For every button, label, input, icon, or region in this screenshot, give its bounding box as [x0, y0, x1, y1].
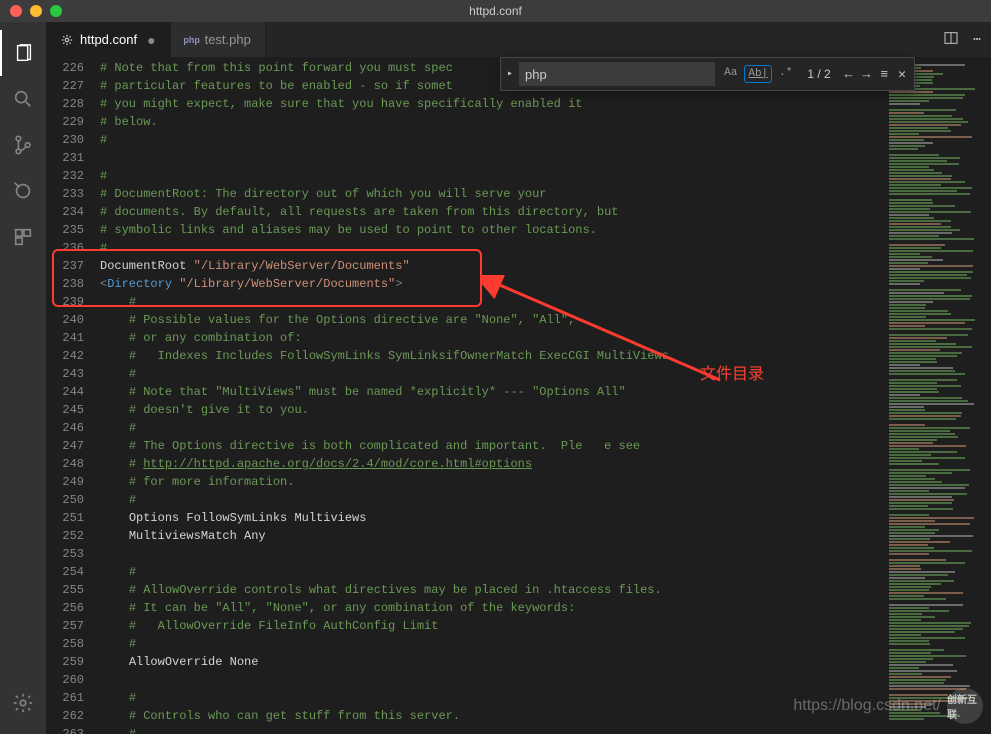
tab-label: test.php: [205, 32, 251, 47]
source-control-icon[interactable]: [0, 122, 46, 168]
editor[interactable]: 226 227 228 229 230 231 232 233 234 235 …: [46, 57, 883, 734]
search-nav: ← → ≡ ✕: [837, 67, 914, 82]
next-match-icon[interactable]: →: [863, 67, 871, 82]
minimap[interactable]: [883, 57, 991, 734]
gutter: 226 227 228 229 230 231 232 233 234 235 …: [46, 57, 100, 734]
toggle-replace-icon[interactable]: ▸: [501, 58, 519, 90]
previous-match-icon[interactable]: ←: [845, 67, 853, 82]
extensions-icon[interactable]: [0, 214, 46, 260]
settings-gear-icon[interactable]: [0, 680, 46, 726]
match-case-icon[interactable]: Aa: [721, 65, 740, 83]
maximize-window-button[interactable]: [50, 5, 62, 17]
tab-bar: httpd.conf ● php test.php ⋯: [46, 22, 991, 57]
minimize-window-button[interactable]: [30, 5, 42, 17]
watermark: https://blog.csdn.net/ 创新互联: [793, 688, 983, 724]
match-count: 1 / 2: [801, 67, 836, 81]
watermark-logo: 创新互联: [947, 688, 983, 724]
find-in-selection-icon[interactable]: ≡: [880, 67, 888, 82]
traffic-lights: [0, 5, 62, 17]
find-widget: ▸ Aa Ab| .* 1 / 2 ← → ≡ ✕: [500, 57, 915, 91]
code-area[interactable]: # Note that from this point forward you …: [100, 57, 883, 734]
tab-label: httpd.conf: [80, 32, 137, 47]
title-bar: httpd.conf: [0, 0, 991, 22]
window-title: httpd.conf: [469, 4, 522, 18]
gear-icon: [60, 33, 74, 47]
activity-bar: [0, 22, 46, 734]
watermark-url: https://blog.csdn.net/: [793, 697, 941, 715]
close-window-button[interactable]: [10, 5, 22, 17]
search-icon[interactable]: [0, 76, 46, 122]
close-search-icon[interactable]: ✕: [898, 67, 906, 82]
more-actions-icon[interactable]: ⋯: [973, 32, 981, 47]
search-options: Aa Ab| .*: [715, 65, 801, 83]
php-icon: php: [185, 33, 199, 47]
tab-httpd-conf[interactable]: httpd.conf ●: [46, 22, 171, 57]
use-regex-icon[interactable]: .*: [776, 65, 795, 83]
dirty-indicator[interactable]: ●: [147, 32, 155, 48]
explorer-icon[interactable]: [0, 30, 46, 76]
tab-bar-actions: ⋯: [943, 22, 991, 57]
search-input[interactable]: [519, 62, 715, 86]
tab-test-php[interactable]: php test.php: [171, 22, 266, 57]
match-word-icon[interactable]: Ab|: [744, 65, 772, 83]
split-editor-icon[interactable]: [943, 30, 959, 50]
debug-icon[interactable]: [0, 168, 46, 214]
